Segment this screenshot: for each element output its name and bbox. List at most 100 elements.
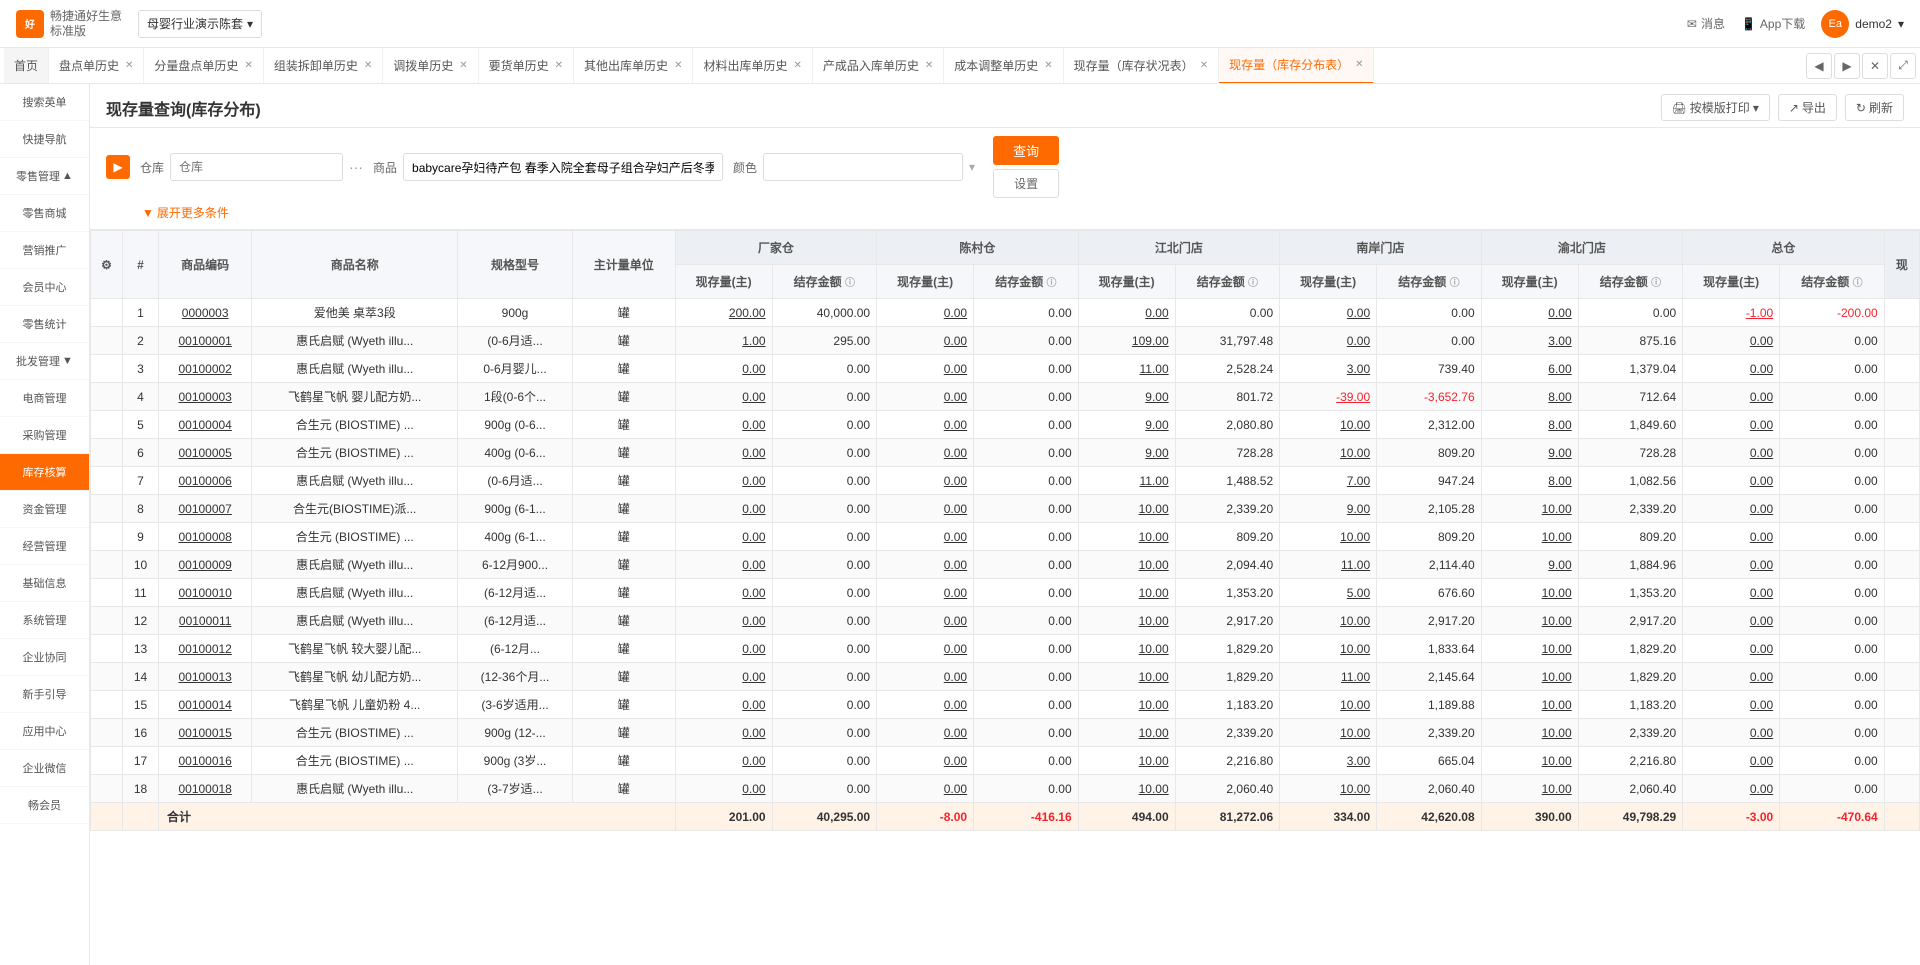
sidebar-item-system[interactable]: 系统管理 — [0, 602, 89, 639]
row-na-stock[interactable]: 5.00 — [1280, 579, 1377, 607]
sidebar-item-purchase[interactable]: 采购管理 — [0, 417, 89, 454]
tab-9[interactable]: 成本调整单历史 ✕ — [944, 48, 1063, 84]
row-tot-stock[interactable]: 0.00 — [1683, 607, 1780, 635]
row-yb-stock[interactable]: 3.00 — [1481, 327, 1578, 355]
row-na-stock[interactable]: 10.00 — [1280, 411, 1377, 439]
row-tot-stock[interactable]: 0.00 — [1683, 775, 1780, 803]
row-code[interactable]: 00100015 — [159, 719, 252, 747]
sidebar-item-retail-stats[interactable]: 零售统计 — [0, 306, 89, 343]
row-tot-stock[interactable]: 0.00 — [1683, 327, 1780, 355]
row-c-stock[interactable]: 0.00 — [877, 579, 974, 607]
sidebar-item-retail-mall[interactable]: 零售商城 — [0, 195, 89, 232]
row-f-stock[interactable]: 0.00 — [675, 411, 772, 439]
row-code[interactable]: 00100001 — [159, 327, 252, 355]
sidebar-item-vip[interactable]: 畅会员 — [0, 787, 89, 824]
sidebar-item-ecommerce[interactable]: 电商管理 — [0, 380, 89, 417]
close-icon[interactable]: ✕ — [1200, 60, 1208, 71]
row-na-stock[interactable]: 11.00 — [1280, 551, 1377, 579]
row-tot-stock[interactable]: 0.00 — [1683, 439, 1780, 467]
nav-prev-btn[interactable]: ◀ — [1806, 53, 1832, 79]
sidebar-item-member[interactable]: 会员中心 — [0, 269, 89, 306]
row-code[interactable]: 00100016 — [159, 747, 252, 775]
tab-5[interactable]: 要货单历史 ✕ — [479, 48, 574, 84]
row-na-stock[interactable]: 11.00 — [1280, 663, 1377, 691]
row-na-stock[interactable]: 10.00 — [1280, 439, 1377, 467]
row-tot-stock[interactable]: 0.00 — [1683, 579, 1780, 607]
row-tot-stock[interactable]: 0.00 — [1683, 523, 1780, 551]
row-jb-stock[interactable]: 11.00 — [1078, 467, 1175, 495]
filter-toggle-btn[interactable]: ▶ — [106, 155, 130, 179]
row-na-stock[interactable]: 10.00 — [1280, 691, 1377, 719]
row-f-stock[interactable]: 0.00 — [675, 719, 772, 747]
sidebar-item-operations[interactable]: 经营管理 — [0, 528, 89, 565]
print-btn[interactable]: 🖨 按模版打印 ▾ — [1661, 94, 1770, 121]
row-na-stock[interactable]: 9.00 — [1280, 495, 1377, 523]
refresh-btn[interactable]: ↻ 刷新 — [1845, 94, 1904, 121]
info-icon[interactable]: ⓘ — [1450, 278, 1460, 289]
row-jb-stock[interactable]: 10.00 — [1078, 775, 1175, 803]
settings-icon[interactable]: ⚙ — [101, 258, 112, 272]
row-jb-stock[interactable]: 10.00 — [1078, 747, 1175, 775]
tab-11[interactable]: 现存量（库存分布表） ✕ — [1219, 48, 1374, 84]
row-jb-stock[interactable]: 109.00 — [1078, 327, 1175, 355]
close-icon[interactable]: ✕ — [364, 60, 372, 71]
row-c-stock[interactable]: 0.00 — [877, 747, 974, 775]
row-f-stock[interactable]: 0.00 — [675, 355, 772, 383]
info-icon[interactable]: ⓘ — [1248, 278, 1258, 289]
nav-next-btn[interactable]: ▶ — [1834, 53, 1860, 79]
row-code[interactable]: 00100008 — [159, 523, 252, 551]
sidebar-item-wholesale[interactable]: 批发管理 ▼ — [0, 343, 89, 380]
close-icon[interactable]: ✕ — [674, 60, 682, 71]
close-icon[interactable]: ✕ — [1044, 60, 1052, 71]
row-code[interactable]: 00100010 — [159, 579, 252, 607]
tab-6[interactable]: 其他出库单历史 ✕ — [574, 48, 693, 84]
row-yb-stock[interactable]: 8.00 — [1481, 411, 1578, 439]
row-na-stock[interactable]: 0.00 — [1280, 327, 1377, 355]
tab-home[interactable]: 首页 — [4, 48, 49, 84]
row-na-stock[interactable]: 0.00 — [1280, 299, 1377, 327]
export-btn[interactable]: ↗ 导出 — [1778, 94, 1837, 121]
row-code[interactable]: 00100012 — [159, 635, 252, 663]
row-na-stock[interactable]: 3.00 — [1280, 747, 1377, 775]
row-tot-stock[interactable]: 0.00 — [1683, 691, 1780, 719]
tab-1[interactable]: 盘点单历史 ✕ — [49, 48, 144, 84]
sidebar-item-guide[interactable]: 新手引导 — [0, 676, 89, 713]
row-c-stock[interactable]: 0.00 — [877, 635, 974, 663]
row-f-stock[interactable]: 1.00 — [675, 327, 772, 355]
row-yb-stock[interactable]: 10.00 — [1481, 495, 1578, 523]
row-jb-stock[interactable]: 10.00 — [1078, 691, 1175, 719]
sidebar-item-nav[interactable]: 快捷导航 — [0, 121, 89, 158]
row-tot-stock[interactable]: 0.00 — [1683, 663, 1780, 691]
row-code[interactable]: 00100018 — [159, 775, 252, 803]
row-c-stock[interactable]: 0.00 — [877, 607, 974, 635]
row-tot-stock[interactable]: 0.00 — [1683, 551, 1780, 579]
row-na-stock[interactable]: 10.00 — [1280, 635, 1377, 663]
nav-close-btn[interactable]: ✕ — [1862, 53, 1888, 79]
row-yb-stock[interactable]: 6.00 — [1481, 355, 1578, 383]
row-f-stock[interactable]: 0.00 — [675, 383, 772, 411]
close-icon[interactable]: ✕ — [1355, 59, 1363, 70]
row-f-stock[interactable]: 0.00 — [675, 523, 772, 551]
row-jb-stock[interactable]: 11.00 — [1078, 355, 1175, 383]
row-tot-stock[interactable]: 0.00 — [1683, 719, 1780, 747]
row-c-stock[interactable]: 0.00 — [877, 495, 974, 523]
row-c-stock[interactable]: 0.00 — [877, 719, 974, 747]
sidebar-item-apps[interactable]: 应用中心 — [0, 713, 89, 750]
tenant-dropdown[interactable]: 母婴行业演示陈套 ▾ — [138, 10, 262, 38]
row-c-stock[interactable]: 0.00 — [877, 691, 974, 719]
row-tot-stock[interactable]: 0.00 — [1683, 411, 1780, 439]
row-code[interactable]: 00100013 — [159, 663, 252, 691]
row-yb-stock[interactable]: 0.00 — [1481, 299, 1578, 327]
row-code[interactable]: 00100003 — [159, 383, 252, 411]
row-tot-stock[interactable]: 0.00 — [1683, 747, 1780, 775]
row-na-stock[interactable]: -39.00 — [1280, 383, 1377, 411]
row-code[interactable]: 00100004 — [159, 411, 252, 439]
row-yb-stock[interactable]: 10.00 — [1481, 747, 1578, 775]
row-f-stock[interactable]: 0.00 — [675, 467, 772, 495]
row-tot-stock[interactable]: 0.00 — [1683, 467, 1780, 495]
row-yb-stock[interactable]: 9.00 — [1481, 551, 1578, 579]
row-yb-stock[interactable]: 10.00 — [1481, 691, 1578, 719]
warehouse-input[interactable] — [170, 153, 343, 181]
row-c-stock[interactable]: 0.00 — [877, 383, 974, 411]
row-c-stock[interactable]: 0.00 — [877, 355, 974, 383]
